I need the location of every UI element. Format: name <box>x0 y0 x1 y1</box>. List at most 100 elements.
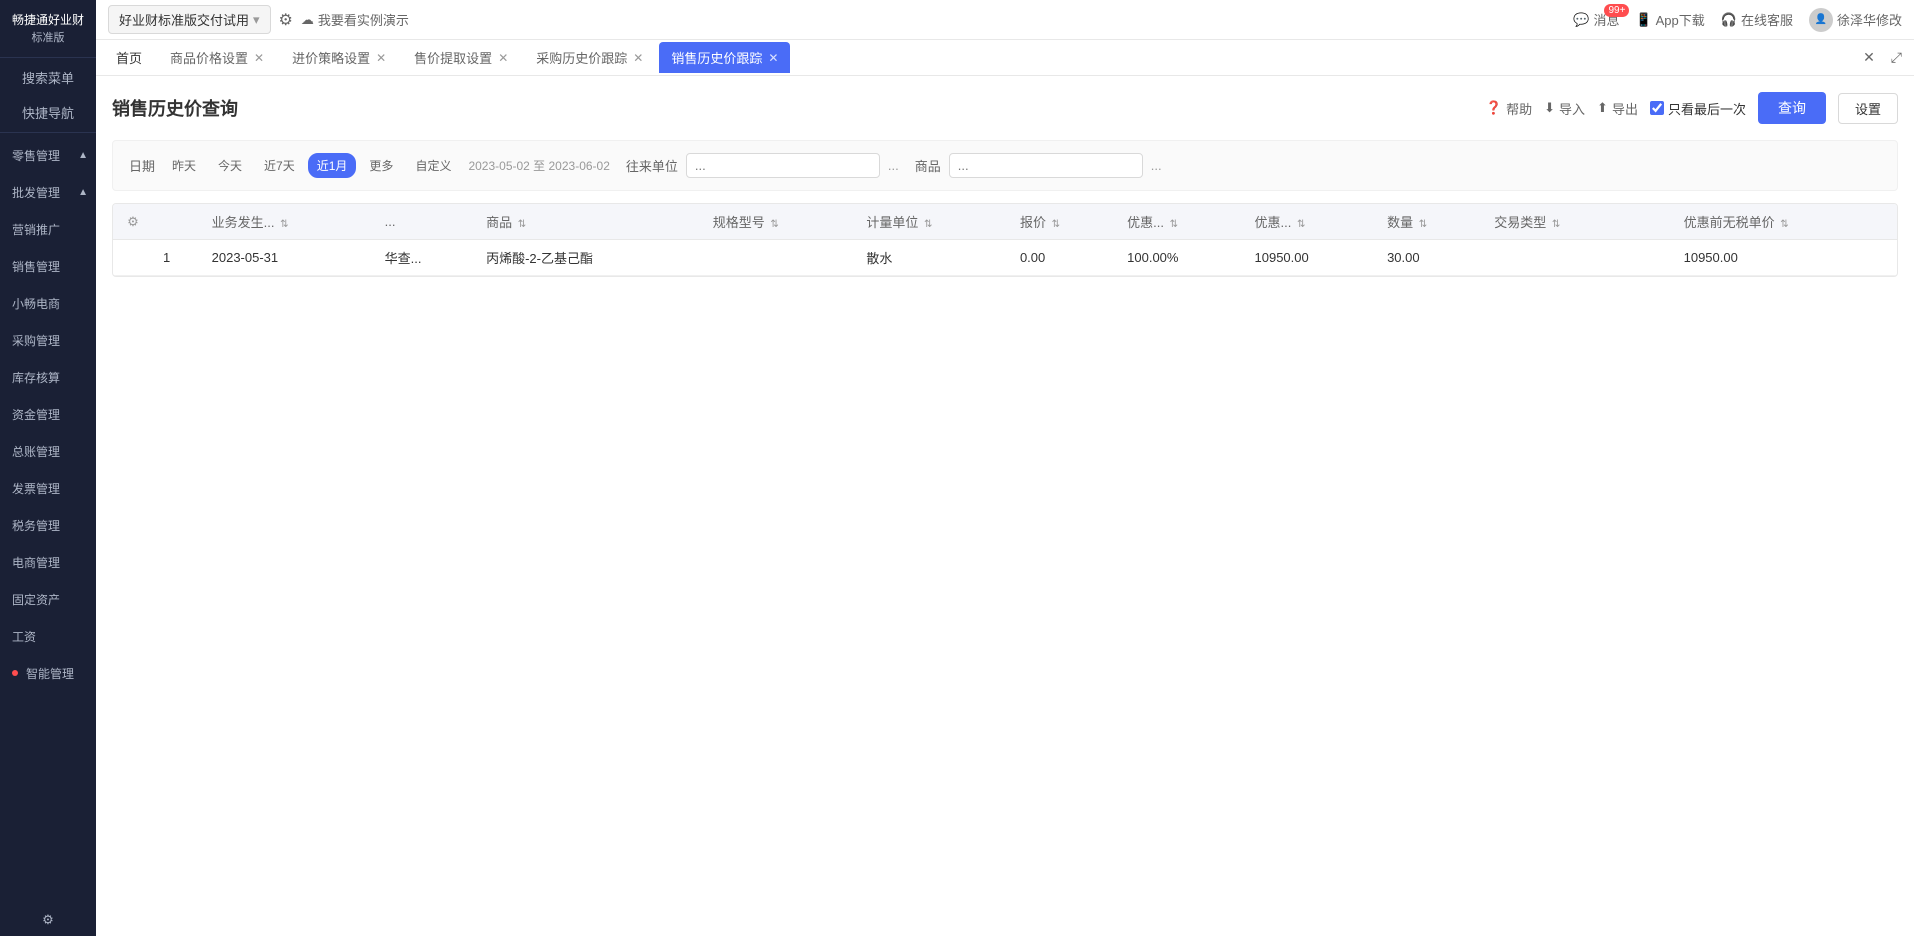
col-product[interactable]: 商品 ⇅ <box>476 204 703 240</box>
sidebar-item-label: 库存核算 <box>12 369 60 386</box>
col-spacer <box>1638 204 1674 240</box>
product-more-icon[interactable]: ... <box>1151 158 1162 173</box>
import-button[interactable]: ⬇ 导入 <box>1544 99 1585 118</box>
sidebar-item-fixed-assets[interactable]: 固定资产 <box>0 581 96 618</box>
row-spacer <box>1638 240 1674 276</box>
sidebar-search[interactable]: 搜索菜单 <box>0 58 96 97</box>
row-settings <box>113 240 153 276</box>
sidebar-logo: 畅捷通好业财 标准版 <box>0 0 96 58</box>
table-row: 1 2023-05-31 华查... 丙烯酸-2-乙基己酯 散水 0.00 10… <box>113 240 1897 276</box>
supplier-filter-label: 往来单位 <box>626 156 678 175</box>
sidebar-item-label: 销售管理 <box>12 258 60 275</box>
product-input[interactable] <box>949 153 1143 178</box>
user-menu[interactable]: 👤 徐泽华修改 <box>1809 8 1902 32</box>
sidebar-item-retail[interactable]: 零售管理 ▲ <box>0 137 96 174</box>
message-button[interactable]: 💬 消息 99+ <box>1573 10 1619 29</box>
date-btn-7days[interactable]: 近7天 <box>255 153 304 178</box>
row-biz-date: 2023-05-31 <box>202 240 375 276</box>
sidebar-item-tax[interactable]: 税务管理 <box>0 507 96 544</box>
sidebar-item-invoice[interactable]: 发票管理 <box>0 470 96 507</box>
topbar-settings-icon[interactable]: ⚙ <box>279 10 293 30</box>
col-quantity[interactable]: 数量 ⇅ <box>1377 204 1484 240</box>
sidebar-item-payroll[interactable]: 工资 <box>0 618 96 655</box>
date-btn-1month[interactable]: 近1月 <box>308 153 357 178</box>
sort-icon: ⇅ <box>1170 219 1178 230</box>
date-btn-today[interactable]: 今天 <box>209 153 251 178</box>
date-range-text: 2023-05-02 至 2023-06-02 <box>468 157 609 174</box>
tab-expand-button[interactable]: ⤢ <box>1887 45 1906 70</box>
sidebar-item-label: 小畅电商 <box>12 295 60 312</box>
close-icon[interactable]: ✕ <box>376 51 386 65</box>
tab-purchase-strategy[interactable]: 进价策略设置 ✕ <box>280 42 398 73</box>
sidebar-item-purchase[interactable]: 采购管理 <box>0 322 96 359</box>
headset-icon: 🎧 <box>1721 12 1737 28</box>
tab-label: 售价提取设置 <box>414 48 492 67</box>
date-btn-custom[interactable]: 自定义 <box>406 153 460 178</box>
col-discount1[interactable]: 优惠... ⇅ <box>1117 204 1244 240</box>
close-icon[interactable]: ✕ <box>498 51 508 65</box>
col-trade-type[interactable]: 交易类型 ⇅ <box>1484 204 1638 240</box>
export-button[interactable]: ⬆ 导出 <box>1597 99 1638 118</box>
col-price[interactable]: 报价 ⇅ <box>1010 204 1117 240</box>
sidebar-item-label: 批发管理 <box>12 184 60 201</box>
sidebar-item-label: 资金管理 <box>12 406 60 423</box>
sidebar-divider <box>0 132 96 133</box>
help-label: 帮助 <box>1506 99 1532 118</box>
sidebar-item-smart[interactable]: 智能管理 <box>0 655 96 692</box>
date-btn-more[interactable]: 更多 <box>360 153 402 178</box>
supplier-input[interactable] <box>686 153 880 178</box>
sidebar-bottom-settings[interactable]: ⚙ <box>0 904 96 936</box>
close-icon[interactable]: ✕ <box>633 51 643 65</box>
col-spec[interactable]: 规格型号 ⇅ <box>703 204 857 240</box>
tab-home-label: 首页 <box>116 48 142 67</box>
tab-label: 销售历史价跟踪 <box>671 48 762 67</box>
export-icon: ⬆ <box>1597 100 1608 116</box>
date-btn-yesterday[interactable]: 昨天 <box>163 153 205 178</box>
content-area: 销售历史价查询 ❓ 帮助 ⬇ 导入 ⬆ 导出 只看最后一次 查询 <box>96 76 1914 936</box>
tab-price-extract[interactable]: 售价提取设置 ✕ <box>402 42 520 73</box>
close-icon[interactable]: ✕ <box>254 51 264 65</box>
col-unit[interactable]: 计量单位 ⇅ <box>856 204 1010 240</box>
sidebar-item-finance[interactable]: 资金管理 <box>0 396 96 433</box>
online-service-button[interactable]: 🎧 在线客服 <box>1721 10 1793 29</box>
tab-close-button[interactable]: ✕ <box>1859 45 1879 70</box>
topbar: 好业财标准版交付试用 ▾ ⚙ ☁ 我要看实例演示 💬 消息 99+ 📱 App下… <box>96 0 1914 40</box>
settings-button[interactable]: 设置 <box>1838 93 1898 124</box>
sidebar-item-ledger[interactable]: 总账管理 <box>0 433 96 470</box>
sidebar-item-marketing[interactable]: 营销推广 <box>0 211 96 248</box>
query-button[interactable]: 查询 <box>1758 92 1826 124</box>
col-seq <box>153 204 202 240</box>
gear-icon[interactable]: ⚙ <box>127 214 139 229</box>
sidebar-item-wholesale[interactable]: 批发管理 ▲ <box>0 174 96 211</box>
col-pretax-price[interactable]: 优惠前无税单价 ⇅ <box>1674 204 1897 240</box>
tab-purchase-history[interactable]: 采购历史价跟踪 ✕ <box>524 42 655 73</box>
help-button[interactable]: ❓ 帮助 <box>1486 99 1532 118</box>
version-selector[interactable]: 好业财标准版交付试用 ▾ <box>108 5 271 34</box>
row-trade-type <box>1484 240 1638 276</box>
tab-label: 采购历史价跟踪 <box>536 48 627 67</box>
tab-sales-history[interactable]: 销售历史价跟踪 ✕ <box>659 42 790 73</box>
sidebar-item-label: 营销推广 <box>12 221 60 238</box>
sidebar-item-ecommerce[interactable]: 电商管理 <box>0 544 96 581</box>
tab-home[interactable]: 首页 <box>104 42 154 73</box>
online-service-label: 在线客服 <box>1741 10 1793 29</box>
tab-product-price[interactable]: 商品价格设置 ✕ <box>158 42 276 73</box>
sidebar-item-inventory[interactable]: 库存核算 <box>0 359 96 396</box>
supplier-more-icon[interactable]: ... <box>888 158 899 173</box>
only-last-checkbox[interactable] <box>1650 101 1664 115</box>
chevron-down-icon: ▾ <box>253 12 260 28</box>
sidebar-item-sales[interactable]: 销售管理 <box>0 248 96 285</box>
col-discount2[interactable]: 优惠... ⇅ <box>1245 204 1378 240</box>
close-icon[interactable]: ✕ <box>768 51 778 65</box>
app-download-button[interactable]: 📱 App下载 <box>1635 10 1704 29</box>
page-actions: ❓ 帮助 ⬇ 导入 ⬆ 导出 只看最后一次 查询 设置 <box>1486 92 1898 124</box>
smart-dot <box>12 670 18 676</box>
sidebar-quick-nav[interactable]: 快捷导航 <box>0 97 96 128</box>
export-label: 导出 <box>1612 99 1638 118</box>
only-last-checkbox-label[interactable]: 只看最后一次 <box>1650 99 1746 118</box>
demo-link[interactable]: ☁ 我要看实例演示 <box>301 10 409 29</box>
sidebar-item-ecommerce-small[interactable]: 小畅电商 <box>0 285 96 322</box>
col-settings[interactable]: ⚙ <box>113 204 153 240</box>
col-biz-date[interactable]: 业务发生... ⇅ <box>202 204 375 240</box>
col-more[interactable]: ... <box>375 204 477 240</box>
